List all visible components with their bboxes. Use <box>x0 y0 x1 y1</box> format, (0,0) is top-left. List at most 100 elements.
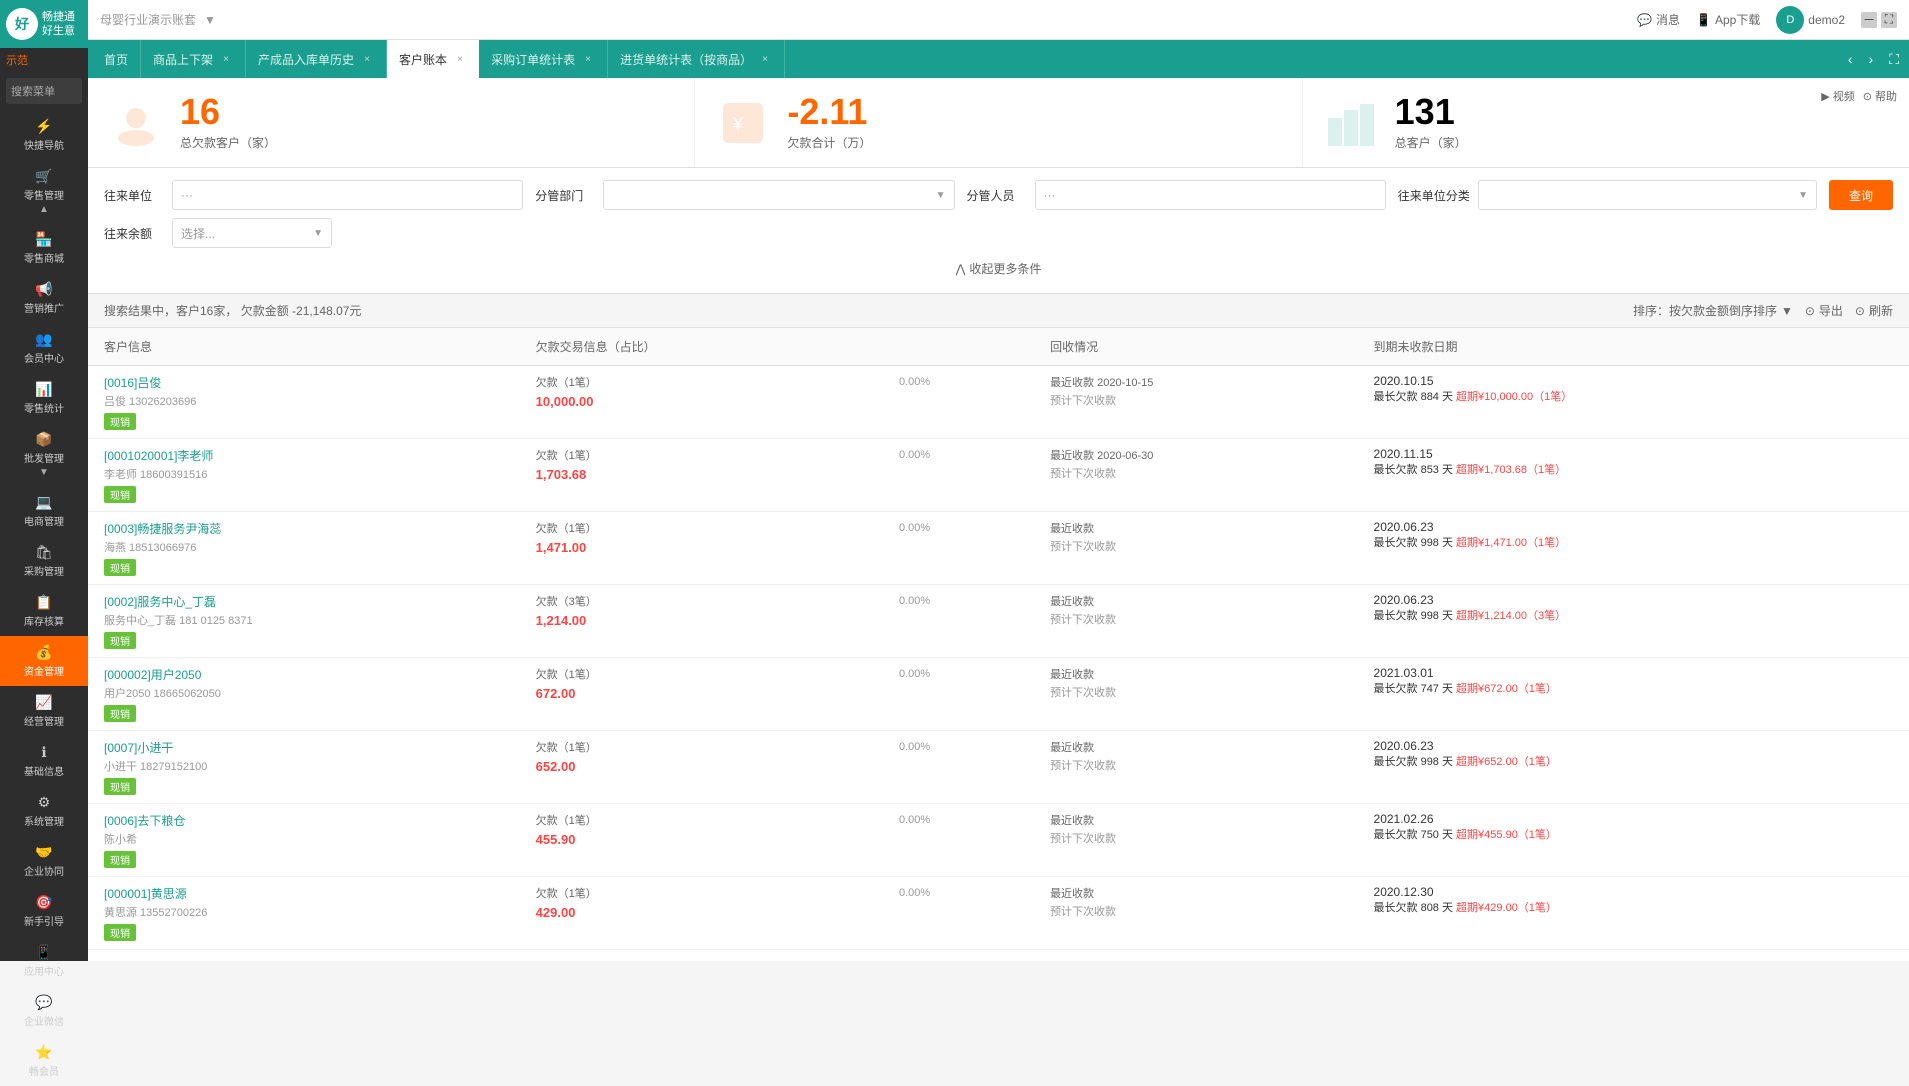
balance-select[interactable]: 选择... ▼ <box>172 218 332 248</box>
window-controls: － ⛶ <box>1861 12 1897 28</box>
tab-product-shelf[interactable]: 商品上下架 × <box>141 40 246 78</box>
sidebar-item-retail-stats[interactable]: 📊 零售统计 <box>0 373 88 423</box>
overdue-link-0[interactable]: 超期¥10,000.00（1笔） <box>1456 391 1572 403</box>
sidebar-item-system[interactable]: ⚙ 系统管理 <box>0 786 88 836</box>
balance-label: 往来余额 <box>104 225 164 242</box>
app-download-button[interactable]: 📱 App下载 <box>1696 11 1760 28</box>
td-percent-2: 0.00% <box>883 512 1034 585</box>
sidebar-item-vip[interactable]: ⭐ 畅会员 <box>0 1036 88 1086</box>
sidebar-item-basic-info[interactable]: ℹ 基础信息 <box>0 736 88 786</box>
td-due-7: 2020.12.30 最长欠款 808 天 超期¥429.00（1笔） <box>1358 877 1909 950</box>
sidebar-item-members[interactable]: 👥 会员中心 <box>0 323 88 373</box>
sidebar-item-retail-mgmt[interactable]: 🛒 零售管理 ▲ <box>0 160 88 223</box>
td-due-3: 2020.06.23 最长欠款 998 天 超期¥1,214.00（3笔） <box>1358 585 1909 658</box>
search-menu-button[interactable]: 搜索菜单 <box>6 78 82 104</box>
customer-name-6[interactable]: [0006]去下粮仓 <box>104 812 504 829</box>
debt-count-6: 欠款（1笔） <box>536 812 867 828</box>
app-center-label: 应用中心 <box>24 963 64 978</box>
tab-next-button[interactable]: › <box>1863 49 1880 70</box>
debt-customers-number: 16 <box>180 94 276 130</box>
tab-home[interactable]: 首页 <box>92 40 141 78</box>
customer-name-1[interactable]: [0001020001]李老师 <box>104 447 504 464</box>
sidebar-item-inventory[interactable]: 📋 库存核算 <box>0 586 88 636</box>
sidebar-item-marketing[interactable]: 📢 营销推广 <box>0 273 88 323</box>
td-customer-0: [0016]吕俊 吕俊 13026203696 现销 <box>88 366 520 439</box>
unit-category-arrow-icon: ▼ <box>1798 190 1808 201</box>
query-button[interactable]: 查询 <box>1829 180 1893 210</box>
balance-value: 选择... <box>181 225 215 242</box>
tab-purchase-stats-close[interactable]: × <box>581 52 595 66</box>
overdue-link-5[interactable]: 超期¥652.00（1笔） <box>1456 756 1557 768</box>
tab-production-history[interactable]: 产成品入库单历史 × <box>246 40 387 78</box>
dept-select[interactable]: ▼ <box>603 180 954 210</box>
maximize-button[interactable]: ⛶ <box>1881 12 1897 28</box>
td-debt-4: 欠款（1笔） 672.00 <box>520 658 883 731</box>
td-debt-1: 欠款（1笔） 1,703.68 <box>520 439 883 512</box>
sidebar-item-app-center[interactable]: 📱 应用中心 <box>0 936 88 986</box>
td-debt-2: 欠款（1笔） 1,471.00 <box>520 512 883 585</box>
retail-stats-label: 零售统计 <box>24 400 64 415</box>
debt-count-0: 欠款（1笔） <box>536 374 867 390</box>
due-date-4: 2021.03.01 <box>1374 666 1893 680</box>
help-action[interactable]: ⊙ 帮助 <box>1863 88 1897 104</box>
refresh-icon: ⊙ <box>1855 304 1865 318</box>
tab-purchase-goods-stats-close[interactable]: × <box>758 52 772 66</box>
tab-product-shelf-close[interactable]: × <box>219 52 233 66</box>
td-percent-6: 0.00% <box>883 804 1034 877</box>
tab-customer-ledger-close[interactable]: × <box>453 52 467 66</box>
customer-tag-0: 现销 <box>104 413 136 430</box>
sidebar-item-retail-mall[interactable]: 🏪 零售商城 <box>0 223 88 273</box>
customer-name-4[interactable]: [000002]用户2050 <box>104 666 504 683</box>
collapse-button[interactable]: ⋀ 收起更多条件 <box>104 256 1893 281</box>
debt-amount-2: 1,471.00 <box>536 540 867 555</box>
td-customer-7: [000001]黄思源 黄思源 13552700226 现销 <box>88 877 520 950</box>
export-button[interactable]: ⊙ 导出 <box>1805 302 1843 319</box>
refresh-button[interactable]: ⊙ 刷新 <box>1855 302 1893 319</box>
overdue-link-1[interactable]: 超期¥1,703.68（1笔） <box>1456 464 1566 476</box>
source-unit-input[interactable]: ··· <box>172 180 523 210</box>
sidebar-item-quick-nav[interactable]: ⚡ 快捷导航 <box>0 110 88 160</box>
customer-name-2[interactable]: [0003]畅捷服务尹海蕊 <box>104 520 504 537</box>
tab-purchase-stats[interactable]: 采购订单统计表 × <box>479 40 608 78</box>
minimize-button[interactable]: － <box>1861 12 1877 28</box>
sidebar-item-wechat-work[interactable]: 💬 企业微信 <box>0 986 88 1036</box>
video-action[interactable]: ▶ 视频 <box>1821 88 1854 104</box>
sidebar-item-purchase[interactable]: 🛍 采购管理 <box>0 536 88 586</box>
sort-select[interactable]: 排序：按欠款金额倒序排序 ▼ <box>1633 302 1793 319</box>
overdue-link-2[interactable]: 超期¥1,471.00（1笔） <box>1456 537 1566 549</box>
tab-customer-ledger[interactable]: 客户账本 × <box>387 40 479 78</box>
customer-name-7[interactable]: [000001]黄思源 <box>104 885 504 902</box>
tab-purchase-goods-stats[interactable]: 进货单统计表（按商品） × <box>608 40 785 78</box>
customer-name-3[interactable]: [0002]服务中心_丁磊 <box>104 593 504 610</box>
sidebar-logo[interactable]: 好 畅捷通好生意 <box>0 0 88 48</box>
tab-prev-button[interactable]: ‹ <box>1842 49 1859 70</box>
customer-name-5[interactable]: [0007]小进干 <box>104 739 504 756</box>
overdue-link-6[interactable]: 超期¥455.90（1笔） <box>1456 829 1557 841</box>
user-menu[interactable]: D demo2 <box>1776 6 1845 34</box>
tab-production-history-close[interactable]: × <box>360 52 374 66</box>
debt-customers-label: 总欠款客户（家） <box>180 134 276 151</box>
customer-name-0[interactable]: [0016]吕俊 <box>104 374 504 391</box>
td-due-0: 2020.10.15 最长欠款 884 天 超期¥10,000.00（1笔） <box>1358 366 1909 439</box>
debt-total-number: -2.11 <box>787 94 871 130</box>
overdue-link-7[interactable]: 超期¥429.00（1笔） <box>1456 902 1557 914</box>
overdue-link-3[interactable]: 超期¥1,214.00（3笔） <box>1456 610 1566 622</box>
sidebar-item-finance[interactable]: 💰 资金管理 <box>0 636 88 686</box>
sidebar-item-ecommerce[interactable]: 💻 电商管理 <box>0 486 88 536</box>
tab-fullscreen-button[interactable]: ⛶ <box>1883 49 1905 70</box>
sidebar-item-new-guide[interactable]: 🎯 新手引导 <box>0 886 88 936</box>
sidebar-item-operations[interactable]: 📈 经营管理 <box>0 686 88 736</box>
td-recovery-6: 最近收款 预计下次收款 <box>1034 804 1357 877</box>
sidebar-item-enterprise-collab[interactable]: 🤝 企业协同 <box>0 836 88 886</box>
td-percent-5: 0.00% <box>883 731 1034 804</box>
unit-category-select[interactable]: ▼ <box>1478 180 1817 210</box>
manager-input[interactable]: ··· <box>1035 180 1386 210</box>
inventory-label: 库存核算 <box>24 613 64 628</box>
summary-card-debt-total: ¥ -2.11 欠款合计（万） <box>695 78 1302 167</box>
th-debt-info: 欠款交易信息（占比） <box>520 328 883 366</box>
message-button[interactable]: 💬 消息 <box>1637 11 1680 28</box>
retail-mgmt-icon: 🛒 <box>35 168 52 185</box>
sidebar-item-wholesale[interactable]: 📦 批发管理 ▼ <box>0 423 88 486</box>
overdue-link-4[interactable]: 超期¥672.00（1笔） <box>1456 683 1557 695</box>
filter-area: 往来单位 ··· 分管部门 ▼ 分管人员 ··· <box>88 168 1909 294</box>
